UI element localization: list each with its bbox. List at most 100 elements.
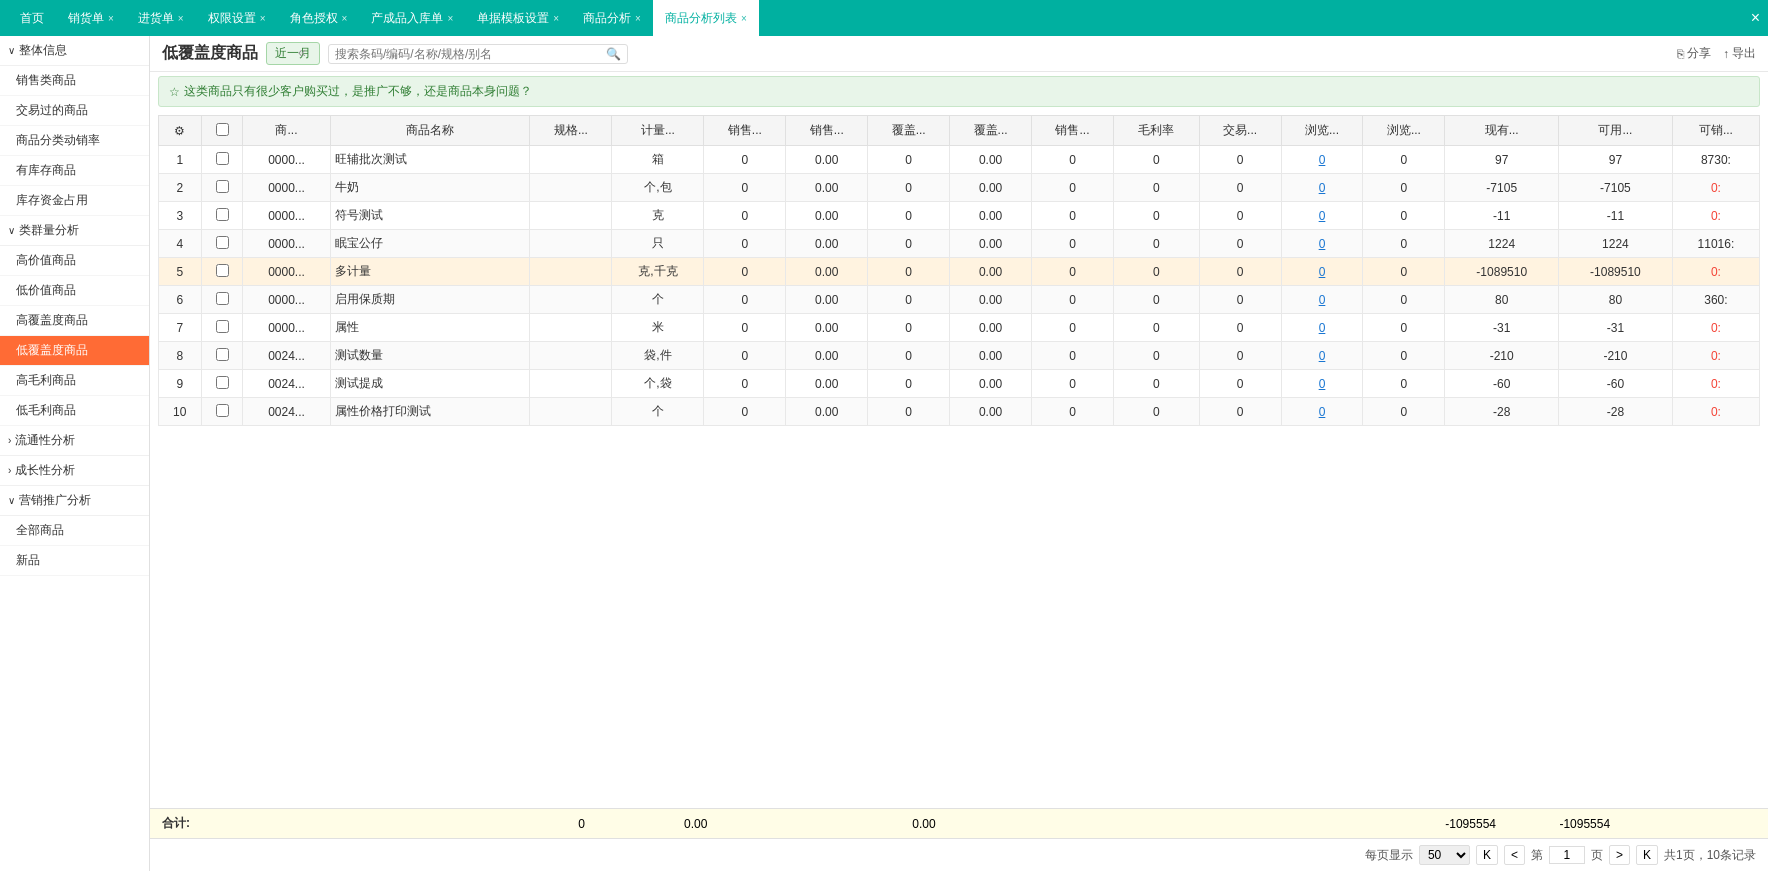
per-page-select[interactable]: 50 100 <box>1419 845 1470 865</box>
close-icon[interactable]: × <box>342 13 348 24</box>
row-checkbox[interactable] <box>216 180 229 193</box>
browse-link[interactable]: 0 <box>1319 153 1326 167</box>
nav-item-home[interactable]: 首页 <box>8 0 56 36</box>
close-icon[interactable]: × <box>741 13 747 24</box>
cell-browse1[interactable]: 0 <box>1281 230 1363 258</box>
cell-cover2: 0.00 <box>950 342 1032 370</box>
cell-browse1[interactable]: 0 <box>1281 258 1363 286</box>
close-all-button[interactable]: × <box>1751 9 1760 27</box>
sidebar-item-high-margin[interactable]: 高毛利商品 <box>0 366 149 396</box>
select-all-checkbox[interactable] <box>216 123 229 136</box>
browse-link[interactable]: 0 <box>1319 181 1326 195</box>
sidebar-collapse-button[interactable]: « <box>298 44 306 60</box>
sidebar-section-circulation[interactable]: › 流通性分析 <box>0 426 149 456</box>
browse-link[interactable]: 0 <box>1319 349 1326 363</box>
close-icon[interactable]: × <box>260 13 266 24</box>
nav-item-analysis-list[interactable]: 商品分析列表 × <box>653 0 759 36</box>
sidebar-item-sales-goods[interactable]: 销售类商品 <box>0 66 149 96</box>
sidebar-item-stock-capital[interactable]: 库存资金占用 <box>0 186 149 216</box>
row-checkbox[interactable] <box>216 264 229 277</box>
cell-browse1[interactable]: 0 <box>1281 342 1363 370</box>
cell-browse1[interactable]: 0 <box>1281 286 1363 314</box>
nav-item-purchase[interactable]: 进货单 × <box>126 0 196 36</box>
last-page-button[interactable]: K <box>1636 845 1658 865</box>
sidebar-item-new-goods[interactable]: 新品 <box>0 546 149 576</box>
cell-checkbox[interactable] <box>201 314 243 342</box>
sidebar-item-low-coverage[interactable]: 低覆盖度商品 <box>0 336 149 366</box>
sidebar-section-group[interactable]: ∨ 类群量分析 <box>0 216 149 246</box>
browse-link[interactable]: 0 <box>1319 377 1326 391</box>
cell-checkbox[interactable] <box>201 342 243 370</box>
row-checkbox[interactable] <box>216 348 229 361</box>
cell-browse2: 0 <box>1363 314 1445 342</box>
search-box[interactable]: 🔍 <box>328 44 628 64</box>
row-checkbox[interactable] <box>216 292 229 305</box>
saleable-value: 0: <box>1711 405 1721 419</box>
sidebar-item-traded-goods[interactable]: 交易过的商品 <box>0 96 149 126</box>
sidebar-item-stocked-goods[interactable]: 有库存商品 <box>0 156 149 186</box>
col-settings[interactable]: ⚙ <box>159 116 202 146</box>
nav-item-templates[interactable]: 单据模板设置 × <box>465 0 571 36</box>
browse-link[interactable]: 0 <box>1319 321 1326 335</box>
sidebar-section-growth[interactable]: › 成长性分析 <box>0 456 149 486</box>
row-checkbox[interactable] <box>216 376 229 389</box>
close-icon[interactable]: × <box>635 13 641 24</box>
row-checkbox[interactable] <box>216 152 229 165</box>
browse-link[interactable]: 0 <box>1319 405 1326 419</box>
sidebar-item-high-coverage[interactable]: 高覆盖度商品 <box>0 306 149 336</box>
nav-item-products[interactable]: 产成品入库单 × <box>359 0 465 36</box>
nav-item-sales[interactable]: 销货单 × <box>56 0 126 36</box>
page-number-input[interactable] <box>1549 846 1585 864</box>
cell-browse1[interactable]: 0 <box>1281 398 1363 426</box>
first-page-button[interactable]: K <box>1476 845 1498 865</box>
nav-item-analysis[interactable]: 商品分析 × <box>571 0 653 36</box>
row-checkbox[interactable] <box>216 320 229 333</box>
sidebar-item-category-rate[interactable]: 商品分类动销率 <box>0 126 149 156</box>
browse-link[interactable]: 0 <box>1319 209 1326 223</box>
cell-browse1[interactable]: 0 <box>1281 370 1363 398</box>
search-input[interactable] <box>335 47 606 61</box>
next-page-button[interactable]: > <box>1609 845 1630 865</box>
share-button[interactable]: ⎘ 分享 <box>1677 45 1711 62</box>
cell-checkbox[interactable] <box>201 398 243 426</box>
col-checkbox[interactable] <box>201 116 243 146</box>
cell-cover1: 0 <box>868 174 950 202</box>
cell-checkbox[interactable] <box>201 286 243 314</box>
header-actions: ⎘ 分享 ↑ 导出 <box>1677 45 1756 62</box>
sidebar-section-overall[interactable]: ∨ 整体信息 <box>0 36 149 66</box>
row-checkbox[interactable] <box>216 236 229 249</box>
date-filter-button[interactable]: 近一月 <box>266 42 320 65</box>
browse-link[interactable]: 0 <box>1319 293 1326 307</box>
col-cover1: 覆盖... <box>868 116 950 146</box>
cell-available: 80 <box>1559 286 1673 314</box>
cell-checkbox[interactable] <box>201 146 243 174</box>
cell-checkbox[interactable] <box>201 174 243 202</box>
row-checkbox[interactable] <box>216 208 229 221</box>
sidebar-item-low-margin[interactable]: 低毛利商品 <box>0 396 149 426</box>
nav-item-roles[interactable]: 角色授权 × <box>278 0 360 36</box>
export-button[interactable]: ↑ 导出 <box>1723 45 1756 62</box>
browse-link[interactable]: 0 <box>1319 237 1326 251</box>
sidebar-item-low-value[interactable]: 低价值商品 <box>0 276 149 306</box>
sidebar-item-high-value[interactable]: 高价值商品 <box>0 246 149 276</box>
close-icon[interactable]: × <box>178 13 184 24</box>
cell-checkbox[interactable] <box>201 258 243 286</box>
cell-browse1[interactable]: 0 <box>1281 314 1363 342</box>
cell-browse1[interactable]: 0 <box>1281 174 1363 202</box>
cell-checkbox[interactable] <box>201 230 243 258</box>
close-icon[interactable]: × <box>447 13 453 24</box>
browse-link[interactable]: 0 <box>1319 265 1326 279</box>
sidebar-item-all-goods[interactable]: 全部商品 <box>0 516 149 546</box>
top-nav: 首页 销货单 × 进货单 × 权限设置 × 角色授权 × 产成品入库单 × 单据… <box>0 0 1768 36</box>
nav-item-permissions[interactable]: 权限设置 × <box>196 0 278 36</box>
cell-checkbox[interactable] <box>201 202 243 230</box>
cell-browse1[interactable]: 0 <box>1281 146 1363 174</box>
cell-browse1[interactable]: 0 <box>1281 202 1363 230</box>
row-checkbox[interactable] <box>216 404 229 417</box>
close-icon[interactable]: × <box>553 13 559 24</box>
close-icon[interactable]: × <box>108 13 114 24</box>
col-browse2: 浏览... <box>1363 116 1445 146</box>
prev-page-button[interactable]: < <box>1504 845 1525 865</box>
sidebar-section-marketing[interactable]: ∨ 营销推广分析 <box>0 486 149 516</box>
cell-checkbox[interactable] <box>201 370 243 398</box>
